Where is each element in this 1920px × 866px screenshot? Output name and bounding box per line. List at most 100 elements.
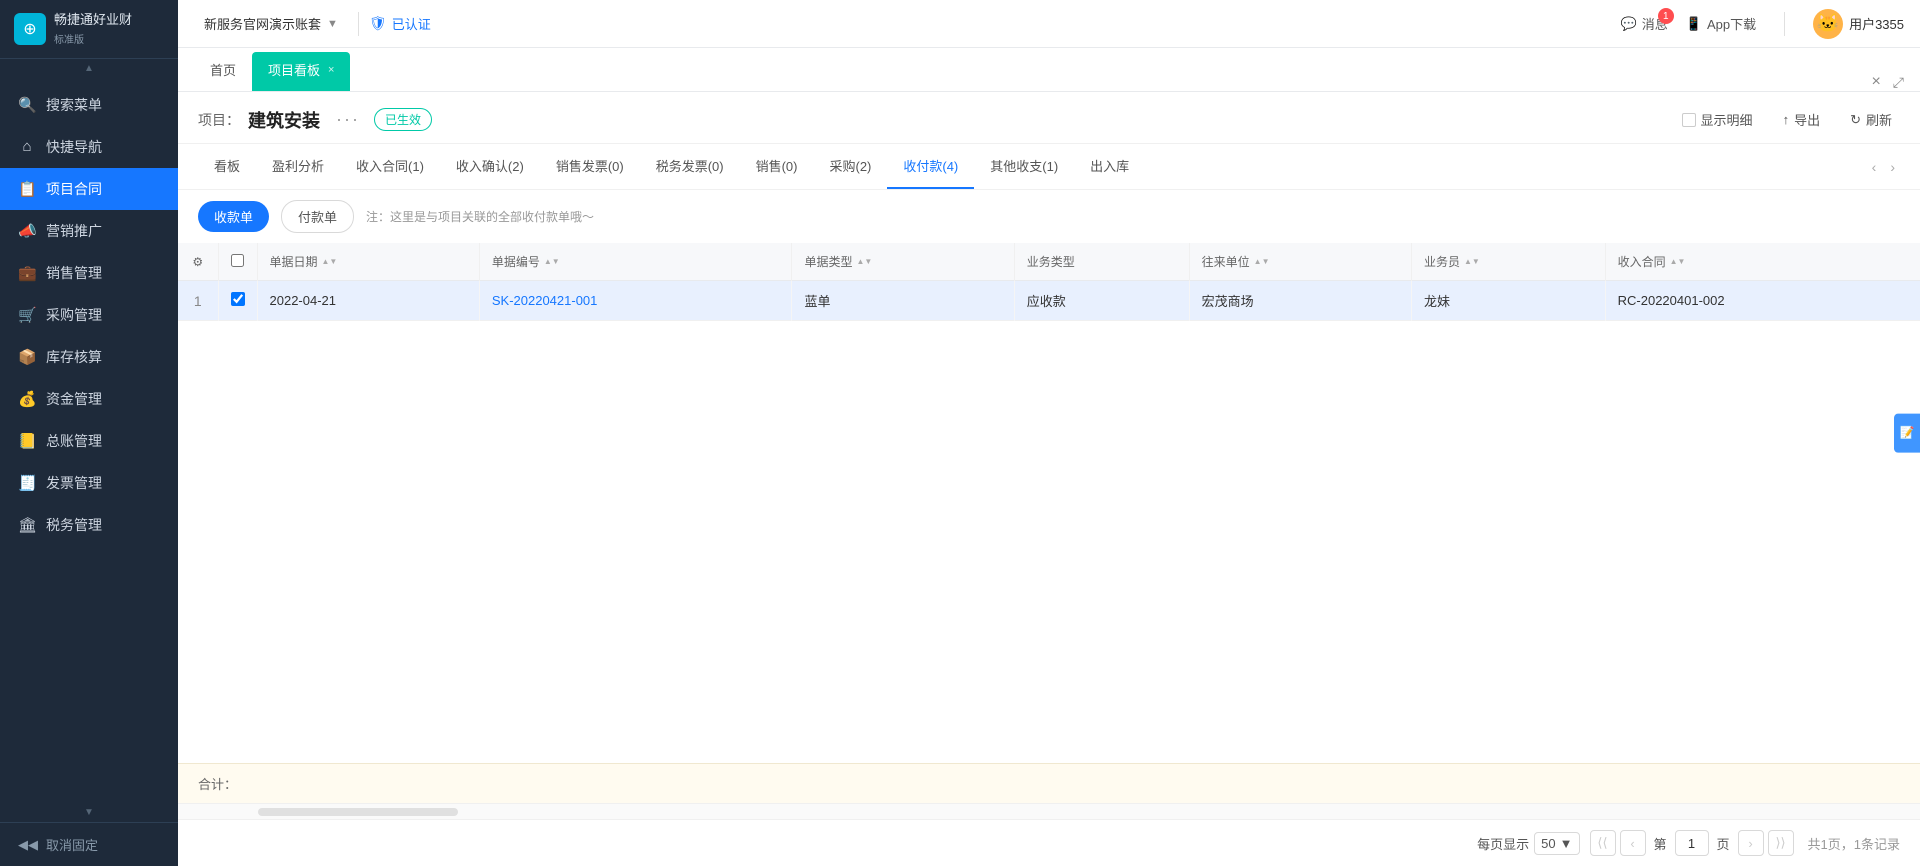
app-name-block: 畅捷通好业财 标准版 (54, 12, 132, 46)
horizontal-scrollbar[interactable] (258, 808, 458, 816)
sidebar-item-tax[interactable]: 🏛 税务管理 (0, 504, 178, 546)
sidebar-footer-label: 取消固定 (46, 835, 98, 854)
sidebar-item-project[interactable]: 📋 项目合同 (0, 168, 178, 210)
sub-tab-sales-label: 销售(0) (756, 159, 798, 174)
sub-tab-tax-invoice-label: 税务发票(0) (656, 159, 724, 174)
tab-home[interactable]: 首页 (194, 52, 252, 91)
sub-tab-profit[interactable]: 盈利分析 (256, 144, 340, 189)
data-table: ⚙ 单据日期 ▲▼ 单据编号 (178, 243, 1920, 321)
table-row[interactable]: 1 2022-04-21 SK-20220421-001 蓝单 应收款 宏茂商场… (178, 281, 1920, 321)
user-menu[interactable]: 🐱 用户3355 (1813, 9, 1904, 39)
sidebar-item-search[interactable]: 🔍 搜索菜单 (0, 84, 178, 126)
export-button[interactable]: ↑ 导出 (1775, 106, 1829, 133)
app-download-button[interactable]: 📱 App下载 (1686, 14, 1756, 33)
sidebar-item-purchase[interactable]: 🛒 采购管理 (0, 294, 178, 336)
col-date-label: 单据日期 (270, 253, 318, 270)
sub-tab-purchase[interactable]: 采购(2) (813, 144, 887, 189)
sidebar-item-funds[interactable]: 💰 资金管理 (0, 378, 178, 420)
page-size-select[interactable]: 每页显示 50 ▼ (1477, 832, 1579, 855)
messages-button[interactable]: 💬 消息 1 (1621, 14, 1668, 33)
tab-home-label: 首页 (210, 60, 236, 79)
sort-date-icon[interactable]: ▲▼ (322, 258, 338, 266)
content-sub-header: 收款单 付款单 注：这里是与项目关联的全部收付款单哦～ (178, 190, 1920, 243)
col-date[interactable]: 单据日期 ▲▼ (257, 243, 479, 281)
sort-income-contract-icon[interactable]: ▲▼ (1670, 258, 1686, 266)
sidebar-item-marketing[interactable]: 📣 营销推广 (0, 210, 178, 252)
show-detail-button[interactable]: 显示明细 (1674, 106, 1761, 133)
content-area: 项目： 建筑安装 ··· 已生效 显示明细 ↑ 导出 ↻ 刷新 (178, 92, 1920, 866)
sub-tab-kanban[interactable]: 看板 (198, 144, 256, 189)
page-size-dropdown[interactable]: 50 ▼ (1534, 832, 1579, 855)
sort-type-icon[interactable]: ▲▼ (856, 258, 872, 266)
col-biz-type: 业务类型 (1014, 243, 1189, 281)
tab-close-icon[interactable]: × (328, 64, 334, 76)
sidebar-item-inventory[interactable]: 📦 库存核算 (0, 336, 178, 378)
sub-tab-other[interactable]: 其他收支(1) (974, 144, 1074, 189)
fukuan-toggle[interactable]: 付款单 (281, 200, 354, 233)
sidebar-scroll-down[interactable]: ▼ (0, 803, 178, 822)
invoice-icon: 🧾 (18, 474, 36, 492)
sidebar-item-quicknav[interactable]: ⌂ 快捷导航 (0, 126, 178, 168)
row-number[interactable]: SK-20220421-001 (479, 281, 792, 321)
summary-label: 合计： (198, 777, 237, 792)
sub-tab-sales[interactable]: 销售(0) (740, 144, 814, 189)
sidebar-scroll-up[interactable]: ▲ (0, 59, 178, 78)
certified-label: 已认证 (392, 14, 431, 33)
gear-icon[interactable]: ⚙ (192, 255, 203, 269)
col-type[interactable]: 单据类型 ▲▼ (792, 243, 1014, 281)
sidebar-header: ⊕ 畅捷通好业财 标准版 (0, 0, 178, 59)
prev-page-button[interactable]: ‹ (1620, 830, 1646, 856)
sort-salesperson-icon[interactable]: ▲▼ (1464, 258, 1480, 266)
sub-tab-income-confirm[interactable]: 收入确认(2) (440, 144, 540, 189)
sub-tab-inout-label: 出入库 (1090, 159, 1129, 174)
scroll-down-arrow[interactable]: ▼ (84, 807, 94, 818)
sub-tab-inout[interactable]: 出入库 (1074, 144, 1145, 189)
sidebar-item-sales[interactable]: 💼 销售管理 (0, 252, 178, 294)
topbar-divider (358, 12, 359, 36)
row-number-link[interactable]: SK-20220421-001 (492, 293, 598, 308)
inventory-icon: 📦 (18, 348, 36, 366)
window-maximize-button[interactable]: ⤢ (1893, 74, 1904, 91)
sub-tab-sales-invoice[interactable]: 销售发票(0) (540, 144, 640, 189)
shoukuan-toggle[interactable]: 收款单 (198, 201, 269, 232)
row-checkbox-cell[interactable] (218, 281, 257, 321)
project-more-button[interactable]: ··· (336, 109, 360, 130)
sidebar-item-ledger[interactable]: 📒 总账管理 (0, 420, 178, 462)
table-scrollbar-area[interactable] (178, 803, 1920, 819)
avatar: 🐱 (1813, 9, 1843, 39)
sub-tab-payment[interactable]: 收付款(4) (887, 144, 974, 189)
col-salesperson[interactable]: 业务员 ▲▼ (1412, 243, 1606, 281)
sub-tab-prev-button[interactable]: ‹ (1867, 157, 1882, 177)
col-partner[interactable]: 往来单位 ▲▼ (1189, 243, 1411, 281)
sidebar-unpin[interactable]: ◀◀ 取消固定 (0, 822, 178, 866)
page-number-input[interactable] (1675, 830, 1709, 856)
purchase-icon: 🛒 (18, 306, 36, 324)
page-tabs: 首页 项目看板 × × ⤢ (178, 48, 1920, 92)
col-gear[interactable]: ⚙ (178, 243, 218, 281)
refresh-button[interactable]: ↻ 刷新 (1842, 106, 1900, 133)
window-close-button[interactable]: × (1871, 73, 1880, 91)
sort-partner-icon[interactable]: ▲▼ (1254, 258, 1270, 266)
first-page-button[interactable]: ⟨⟨ (1590, 830, 1616, 856)
marketing-icon: 📣 (18, 222, 36, 240)
next-page-button[interactable]: › (1738, 830, 1764, 856)
sub-tab-tax-invoice[interactable]: 税务发票(0) (640, 144, 740, 189)
funds-icon: 💰 (18, 390, 36, 408)
feedback-button[interactable]: 📝 (1894, 414, 1920, 453)
row-select-checkbox[interactable] (231, 292, 245, 306)
tab-project-board[interactable]: 项目看板 × (252, 52, 350, 91)
scroll-up-arrow[interactable]: ▲ (84, 63, 94, 74)
workspace-selector[interactable]: 新服务官网演示账套 ▼ (194, 8, 348, 39)
show-detail-checkbox (1682, 113, 1696, 127)
select-all-checkbox[interactable] (231, 254, 244, 267)
table-wrapper[interactable]: ⚙ 单据日期 ▲▼ 单据编号 (178, 243, 1920, 763)
sort-number-icon[interactable]: ▲▼ (544, 258, 560, 266)
last-page-button[interactable]: ⟩⟩ (1768, 830, 1794, 856)
sidebar-item-invoice[interactable]: 🧾 发票管理 (0, 462, 178, 504)
page-suffix: 页 (1717, 834, 1730, 853)
col-number[interactable]: 单据编号 ▲▼ (479, 243, 792, 281)
col-income-contract[interactable]: 收入合同 ▲▼ (1605, 243, 1920, 281)
sub-tab-income-contract[interactable]: 收入合同(1) (340, 144, 440, 189)
sub-tab-other-label: 其他收支(1) (990, 159, 1058, 174)
sub-tab-next-button[interactable]: › (1885, 157, 1900, 177)
